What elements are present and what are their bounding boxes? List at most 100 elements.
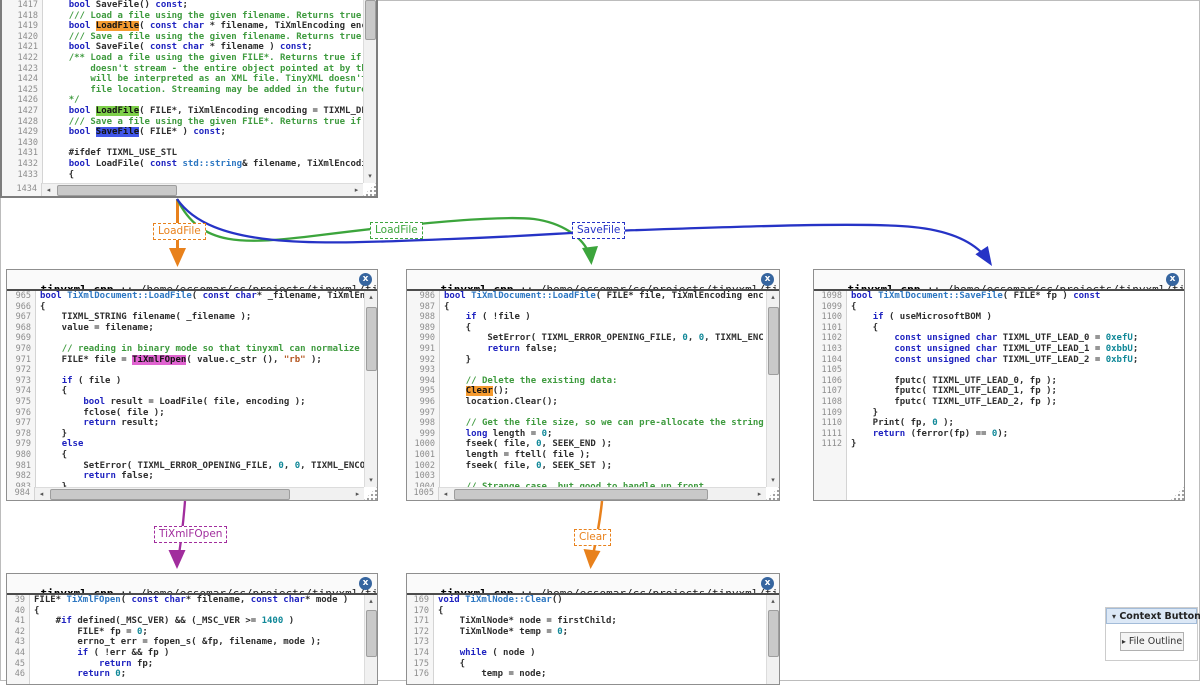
vertical-scrollbar[interactable]: ▴ ▾: [766, 291, 779, 487]
panel-titlebar[interactable]: tinyxml.cpp :: /home/ecsomar/cc/projects…: [7, 270, 377, 291]
arrow-label-loadfile-filename[interactable]: LoadFile: [153, 223, 206, 240]
arrow-label-loadfile-file[interactable]: LoadFile: [370, 222, 423, 239]
scroll-left-icon[interactable]: ◂: [42, 183, 55, 196]
code-editor-lines[interactable]: 169 void TiXmlNode::Clear() 170{171 TiXmlN…: [407, 595, 766, 684]
close-icon[interactable]: x: [1166, 273, 1179, 286]
line-number: 969: [15, 333, 31, 344]
code-text: {: [438, 658, 466, 669]
scroll-right-icon[interactable]: ▸: [753, 487, 766, 500]
code-text: Clear();: [465, 386, 510, 397]
scrollbar-track[interactable]: [452, 487, 753, 500]
code-line: 1420 /// Save a file using the given fil…: [2, 32, 363, 43]
file-outline-button[interactable]: ▸ File Outline: [1120, 632, 1184, 651]
arrow-label-savefile[interactable]: SaveFile: [572, 222, 626, 239]
code-line: 995 Clear();: [407, 386, 766, 397]
code-text: TIXML_STRING filename( _filename );: [40, 312, 252, 323]
code-line: 969: [7, 333, 364, 344]
close-icon[interactable]: x: [359, 273, 372, 286]
code-editor-lines[interactable]: 965 bool TiXmlDocument::LoadFile( const c…: [7, 291, 364, 487]
scroll-left-icon[interactable]: ◂: [35, 487, 48, 500]
line-number: 174: [413, 647, 429, 658]
resize-grip[interactable]: [364, 487, 377, 500]
scrollbar-thumb[interactable]: [768, 610, 779, 657]
scrollbar-thumb[interactable]: [57, 185, 177, 196]
panel-titlebar[interactable]: tinyxml.cpp :: /home/ecsomar/cc/projects…: [407, 574, 779, 595]
code-line: 981 SetError( TIXML_ERROR_OPENING_FILE, …: [7, 461, 364, 472]
code-line: 1109 }: [814, 408, 1184, 419]
code-text: {: [444, 322, 472, 333]
arrow-label-tixmlfopen[interactable]: TiXmlFOpen: [154, 526, 228, 543]
scroll-down-icon[interactable]: ▾: [767, 474, 779, 487]
resize-grip[interactable]: [363, 183, 376, 196]
code-line: 1425 file location. Streaming may be add…: [2, 85, 363, 96]
scroll-up-icon[interactable]: ▴: [767, 595, 779, 608]
vertical-scrollbar[interactable]: ▴ ▾: [364, 291, 377, 487]
vertical-scrollbar[interactable]: ▴: [766, 595, 779, 684]
scroll-up-icon[interactable]: ▴: [365, 595, 377, 608]
scroll-down-icon[interactable]: ▾: [364, 170, 376, 183]
code-line: 1111 return (ferror(fp) == 0);: [814, 429, 1184, 440]
code-line: 982 return false;: [7, 471, 364, 482]
scrollbar-thumb[interactable]: [366, 610, 377, 657]
panel-titlebar[interactable]: tinyxml.cpp :: /home/ecsomar/cc/projects…: [7, 574, 377, 595]
code-line: 993: [407, 365, 766, 376]
panel-title-sep: ::: [920, 283, 947, 291]
code-editor-lines[interactable]: 1098 bool TiXmlDocument::SaveFile( FILE* …: [814, 291, 1184, 500]
scroll-right-icon[interactable]: ▸: [351, 487, 364, 500]
code-line: 173: [407, 637, 766, 648]
line-number: 1102: [821, 333, 842, 344]
close-icon[interactable]: x: [359, 577, 372, 590]
line-number: 1112: [821, 439, 842, 450]
vertical-scrollbar[interactable]: ▾: [363, 0, 376, 183]
resize-grip[interactable]: [766, 487, 779, 500]
close-icon[interactable]: x: [761, 273, 774, 286]
code-editor-lines[interactable]: 986 bool TiXmlDocument::LoadFile( FILE* f…: [407, 291, 766, 487]
code-line: 987 {: [407, 302, 766, 313]
line-number: 46: [14, 669, 25, 680]
line-number: 988: [419, 312, 435, 323]
scrollbar-thumb[interactable]: [365, 0, 376, 40]
code-editor-lines[interactable]: 39 FILE* TiXmlFOpen( const char* filename…: [7, 595, 364, 684]
code-text: // reading in binary mode so that tinyxm…: [61, 343, 360, 354]
code-editor-lines[interactable]: 1417 bool SaveFile() const; 1418 /// Load…: [2, 0, 363, 181]
close-icon[interactable]: x: [761, 577, 774, 590]
horizontal-scrollbar[interactable]: 984 ◂ ▸: [7, 487, 364, 500]
line-number: 1105: [821, 365, 842, 376]
code-text: // Get the file size, so we can pre-allo…: [465, 418, 764, 429]
scrollbar-thumb[interactable]: [50, 489, 290, 500]
horizontal-scrollbar[interactable]: 1005 ◂ ▸: [407, 487, 766, 500]
arrow-label-clear[interactable]: Clear: [574, 529, 612, 546]
code-text: else: [61, 439, 84, 450]
code-panel-loadfile-file: tinyxml.cpp :: /home/ecsomar/cc/projects…: [406, 269, 780, 501]
scroll-down-icon[interactable]: ▾: [365, 474, 377, 487]
scrollbar-thumb[interactable]: [768, 307, 779, 375]
code-text: FILE* TiXmlFOpen( const char* filename, …: [34, 595, 349, 605]
line-number: 1428: [17, 116, 38, 127]
line-number: 1432: [17, 158, 38, 169]
panel-titlebar[interactable]: tinyxml.cpp :: /home/ecsomar/cc/projects…: [814, 270, 1184, 291]
horizontal-scrollbar[interactable]: 1434 ◂ ▸: [2, 183, 363, 196]
panel-title-sep: ::: [113, 283, 140, 291]
scroll-left-icon[interactable]: ◂: [439, 487, 452, 500]
code-text: TiXmlNode* node = firstChild;: [438, 616, 617, 627]
code-bubbles-workspace: { "icons": { "close": "x", "triangle_dow…: [0, 0, 1200, 685]
panel-titlebar[interactable]: tinyxml.cpp :: /home/ecsomar/cc/projects…: [407, 270, 779, 291]
scrollbar-thumb[interactable]: [454, 489, 708, 500]
scrollbar-track[interactable]: [55, 183, 350, 196]
context-buttons-header[interactable]: ▾ Context Buttons: [1106, 608, 1200, 624]
scroll-right-icon[interactable]: ▸: [350, 183, 363, 196]
code-line: 971 FILE* file = TiXmlFOpen( value.c_str…: [7, 354, 364, 366]
scroll-up-icon[interactable]: ▴: [767, 291, 779, 304]
scrollbar-track[interactable]: [48, 487, 351, 500]
scroll-up-icon[interactable]: ▴: [365, 291, 377, 304]
scrollbar-thumb[interactable]: [366, 307, 377, 371]
line-number: 1419: [17, 21, 38, 32]
code-line: 175 {: [407, 659, 766, 670]
line-number: 44: [14, 647, 25, 658]
code-line: 996 location.Clear();: [407, 397, 766, 408]
code-text: {: [40, 301, 46, 312]
code-line: 1099 {: [814, 302, 1184, 313]
vertical-scrollbar[interactable]: ▴: [364, 595, 377, 684]
